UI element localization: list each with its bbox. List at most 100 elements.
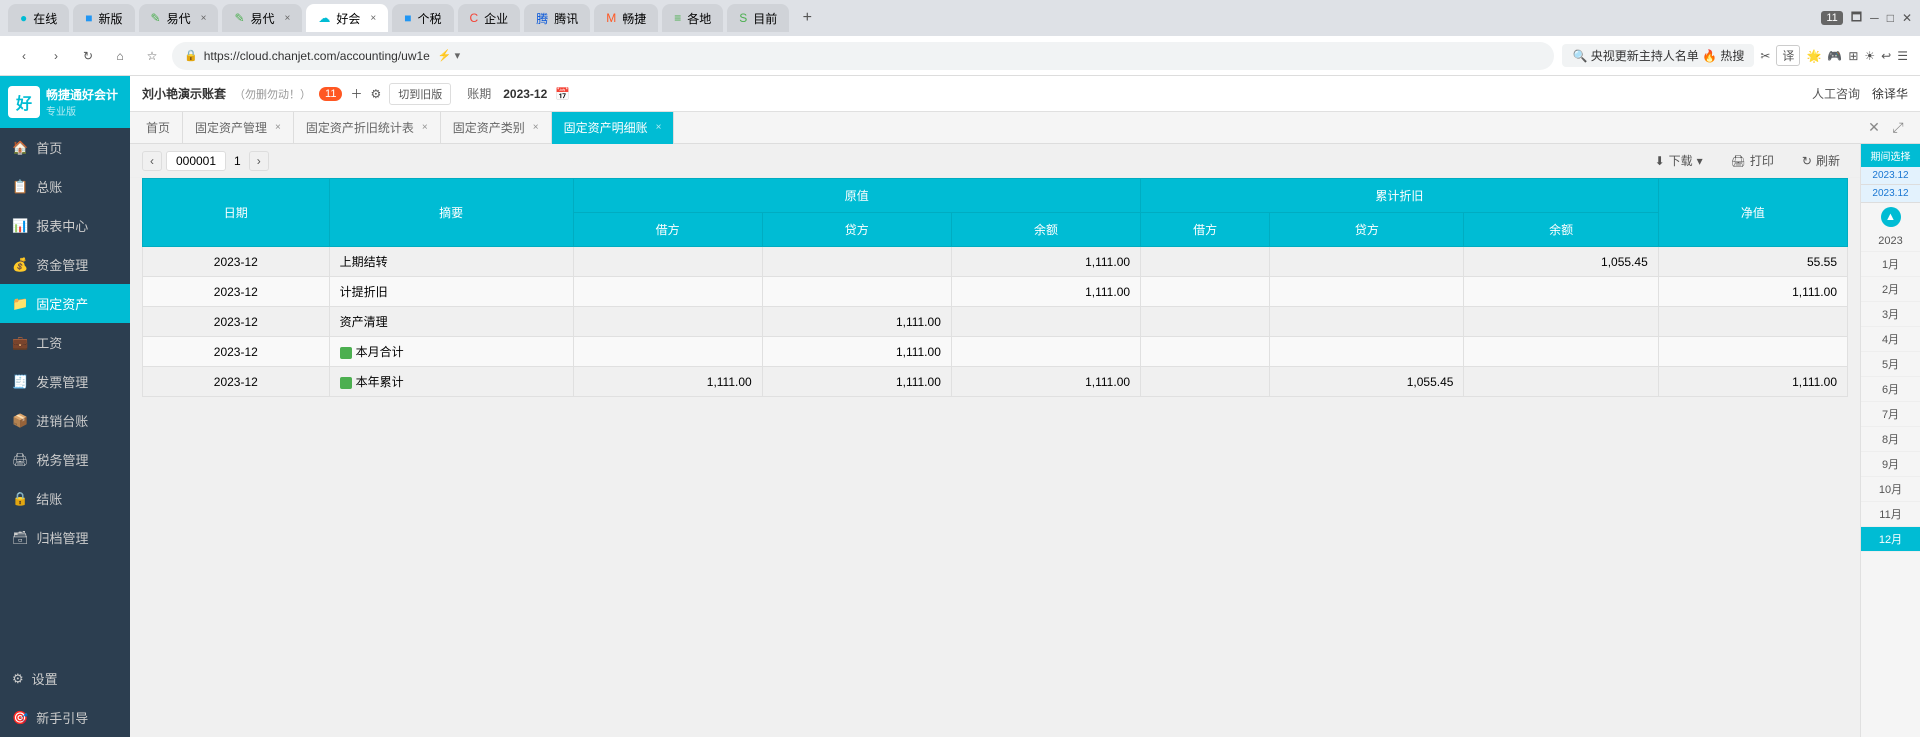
tab-asset-detail[interactable]: 固定资产明细账 × — [552, 112, 675, 144]
close-asset-detail[interactable]: × — [656, 122, 662, 133]
add-account-button[interactable]: ＋ — [350, 85, 362, 102]
close-tab-yidai2[interactable]: × — [285, 13, 291, 24]
sidebar-item-funds[interactable]: 💰 资金管理 — [0, 245, 130, 284]
close-tab-haohui[interactable]: × — [370, 13, 376, 24]
menu-icon[interactable]: ☰ — [1897, 49, 1908, 63]
period-value: 2023-12 — [503, 87, 547, 101]
sidebar-item-invoice[interactable]: 🧾 发票管理 — [0, 362, 130, 401]
tab-qiye[interactable]: C 企业 — [458, 4, 521, 32]
new-tab-button[interactable]: + — [793, 4, 821, 32]
tab-changji[interactable]: M 畅捷 — [594, 4, 658, 32]
cell-dep-debit — [1141, 337, 1270, 367]
cell-date: 2023-12 — [143, 337, 330, 367]
cell-date: 2023-12 — [143, 247, 330, 277]
sidebar-item-tax[interactable]: 🖨 税务管理 — [0, 440, 130, 479]
cell-orig-balance — [951, 307, 1140, 337]
period-item[interactable]: 2月 — [1861, 277, 1920, 302]
maximize-icon[interactable]: □ — [1887, 11, 1894, 25]
period-item[interactable]: 6月 — [1861, 377, 1920, 402]
sidebar-item-guide[interactable]: 🎯 新手引导 — [0, 698, 130, 737]
period-item[interactable]: 10月 — [1861, 477, 1920, 502]
th-dep-debit: 借方 — [1141, 213, 1270, 247]
tab-home[interactable]: 首页 — [134, 112, 183, 144]
tab-new[interactable]: ■ 新版 — [73, 4, 134, 32]
tab-yidai2[interactable]: ✎ 易代 × — [222, 4, 302, 32]
tab-muqian[interactable]: S 目前 — [727, 4, 789, 32]
period-header[interactable]: 期间选择 — [1861, 144, 1920, 167]
cell-dep-balance — [1464, 337, 1658, 367]
restore-window-icon[interactable]: 🗖 — [1851, 8, 1862, 29]
tab-asset-management[interactable]: 固定资产管理 × — [183, 112, 294, 144]
tab-count-badge: 11 — [1821, 11, 1842, 25]
period-item[interactable]: 7月 — [1861, 402, 1920, 427]
reload-button[interactable]: ↻ — [76, 44, 100, 68]
guide-icon: 🎯 — [12, 710, 28, 726]
sidebar-item-close[interactable]: 🔒 结账 — [0, 479, 130, 518]
calendar-icon[interactable]: 📅 — [555, 87, 570, 101]
sidebar-item-assets[interactable]: 📁 固定资产 — [0, 284, 130, 323]
wallet-icon[interactable]: 🌟 — [1806, 49, 1821, 63]
tab-haohui[interactable]: ☁ 好会 × — [306, 4, 388, 32]
close-window-icon[interactable]: ✕ — [1902, 11, 1912, 25]
help-button[interactable]: 人工咨询 — [1812, 85, 1860, 102]
th-dep-balance: 余额 — [1464, 213, 1658, 247]
tab-tengxun[interactable]: 腾 腾讯 — [524, 4, 590, 32]
period-item[interactable]: 8月 — [1861, 427, 1920, 452]
sidebar-item-archive[interactable]: 🗃 归档管理 — [0, 518, 130, 557]
address-bar[interactable]: 🔒 https://cloud.chanjet.com/accounting/u… — [172, 42, 1554, 70]
expand-icon[interactable]: ⤢ — [1888, 118, 1908, 138]
tab-asset-category[interactable]: 固定资产类别 × — [441, 112, 552, 144]
period-item[interactable]: 9月 — [1861, 452, 1920, 477]
period-item[interactable]: 11月 — [1861, 502, 1920, 527]
forward-button[interactable]: › — [44, 44, 68, 68]
translate-icon[interactable]: 译 — [1776, 45, 1800, 66]
user-name: 徐译华 — [1872, 85, 1908, 102]
period-item[interactable]: 1月 — [1861, 252, 1920, 277]
tab-yidai1[interactable]: ✎ 易代 × — [139, 4, 219, 32]
settings-gear-icon[interactable]: ⚙ — [370, 87, 381, 101]
collapse-icon[interactable]: ✕ — [1864, 118, 1884, 138]
game-icon[interactable]: 🎮 — [1827, 49, 1842, 63]
period-item[interactable]: 4月 — [1861, 327, 1920, 352]
print-button[interactable]: 🖨 打印 — [1723, 150, 1782, 171]
scissors-icon[interactable]: ✂ — [1760, 49, 1770, 63]
close-asset-management[interactable]: × — [275, 122, 281, 133]
period-item[interactable]: 2023 — [1861, 231, 1920, 252]
sidebar-item-settings[interactable]: ⚙ 设置 — [0, 659, 130, 698]
home-button[interactable]: ⌂ — [108, 44, 132, 68]
period-panel: 期间选择 2023.12 2023.12 ▲ 20231月2月3月4月5月6月7… — [1860, 144, 1920, 737]
close-tab-yidai1[interactable]: × — [201, 13, 207, 24]
bookmark-button[interactable]: ☆ — [140, 44, 164, 68]
next-page-button[interactable]: › — [249, 151, 269, 171]
back-button[interactable]: ‹ — [12, 44, 36, 68]
close-asset-category[interactable]: × — [533, 122, 539, 133]
period-item[interactable]: 5月 — [1861, 352, 1920, 377]
sidebar-item-home[interactable]: 🏠 首页 — [0, 128, 130, 167]
switch-version-button[interactable]: 切到旧版 — [389, 83, 451, 105]
sidebar-item-payroll[interactable]: 💼 工资 — [0, 323, 130, 362]
brightness-icon[interactable]: ☀ — [1864, 49, 1875, 63]
period-item[interactable]: 3月 — [1861, 302, 1920, 327]
history-icon[interactable]: ↩ — [1881, 49, 1891, 63]
download-button[interactable]: ⬇ 下载 ▾ — [1647, 150, 1711, 171]
cell-orig-credit: 1,111.00 — [762, 337, 951, 367]
refresh-button[interactable]: ↻ 刷新 — [1794, 150, 1848, 171]
row-status-icon — [340, 377, 352, 389]
sidebar-item-reports[interactable]: 📊 报表中心 — [0, 206, 130, 245]
up-arrow-icon[interactable]: ▲ — [1881, 207, 1901, 227]
period-item[interactable]: 12月 — [1861, 527, 1920, 552]
tab-online[interactable]: ● 在线 — [8, 4, 69, 32]
tab-depreciation-stats[interactable]: 固定资产折旧统计表 × — [294, 112, 441, 144]
period-scroll-up[interactable]: ▲ — [1861, 203, 1920, 231]
tab-geshui[interactable]: ■ 个税 — [392, 4, 453, 32]
sidebar-item-ledger[interactable]: 📋 总账 — [0, 167, 130, 206]
tab-gedi[interactable]: ≡ 各地 — [662, 4, 723, 32]
sidebar-item-stock[interactable]: 📦 进销台账 — [0, 401, 130, 440]
close-depreciation-stats[interactable]: × — [422, 122, 428, 133]
cell-dep-debit — [1141, 307, 1270, 337]
prev-page-button[interactable]: ‹ — [142, 151, 162, 171]
minimize-icon[interactable]: ─ — [1870, 11, 1879, 25]
page-number-input[interactable] — [166, 151, 226, 171]
grid-icon[interactable]: ⊞ — [1848, 49, 1858, 63]
table-row: 2023-12 上期结转 1,111.00 1,055.45 55.55 — [143, 247, 1848, 277]
